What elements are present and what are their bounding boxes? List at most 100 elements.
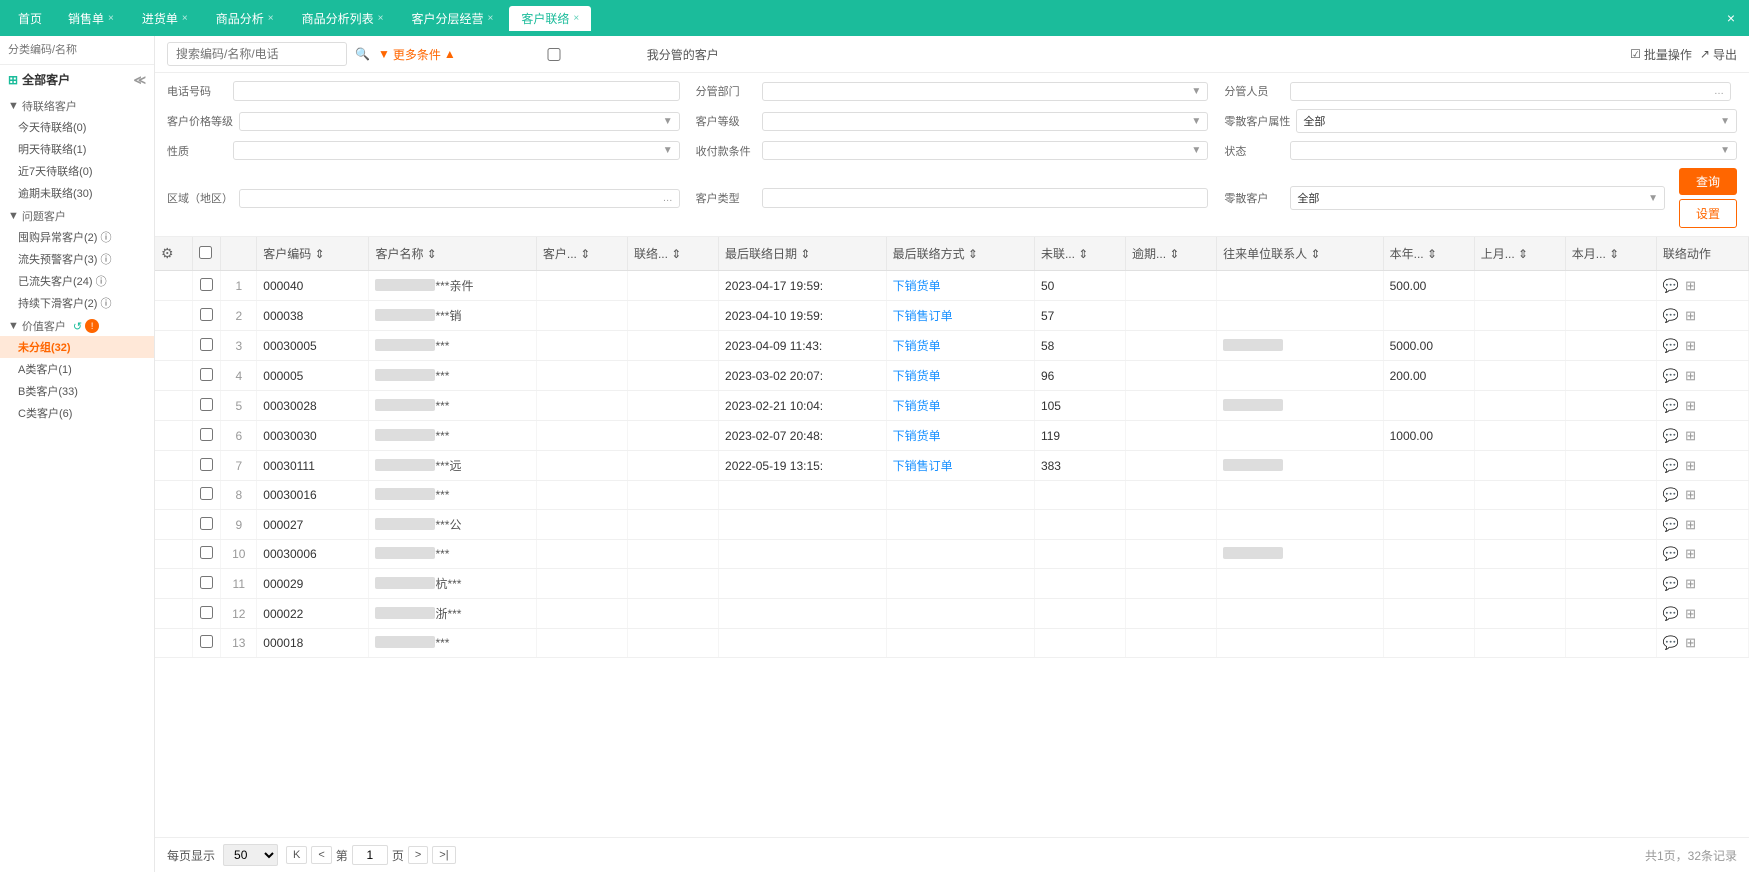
grid-action-icon[interactable]: ⊞	[1685, 338, 1696, 354]
grid-action-icon[interactable]: ⊞	[1685, 517, 1696, 533]
query-button[interactable]: 查询	[1679, 168, 1737, 195]
chat-icon[interactable]: 💬	[1663, 576, 1679, 592]
next-page-button[interactable]: >	[408, 846, 428, 864]
row-checkbox[interactable]	[193, 481, 221, 510]
grid-action-icon[interactable]: ⊞	[1685, 487, 1696, 503]
col-unit-contact[interactable]: 往来单位联系人 ⇕	[1217, 237, 1383, 271]
sidebar-group-pending[interactable]: ▼ 待联络客户	[0, 94, 154, 116]
sidebar-item-a-class[interactable]: A类客户(1)	[0, 358, 154, 380]
page-number-input[interactable]	[352, 845, 388, 865]
tab-customer-contact-close[interactable]: ×	[573, 13, 579, 24]
close-all-button[interactable]: ×	[1721, 8, 1741, 28]
grid-action-icon[interactable]: ⊞	[1685, 278, 1696, 294]
my-customers-checkbox-label[interactable]: 我分管的客户	[464, 46, 719, 63]
row-checkbox[interactable]	[193, 421, 221, 451]
grid-action-icon[interactable]: ⊞	[1685, 368, 1696, 384]
row-checkbox[interactable]	[193, 629, 221, 658]
chat-icon[interactable]: 💬	[1663, 635, 1679, 651]
grid-action-icon[interactable]: ⊞	[1685, 458, 1696, 474]
refresh-icon[interactable]: ↺	[73, 320, 82, 333]
filter-region-select[interactable]: …	[239, 189, 680, 208]
prev-page-button[interactable]: <	[311, 846, 331, 864]
filter-person-select[interactable]: …	[1290, 82, 1731, 101]
last-page-button[interactable]: >|	[432, 846, 455, 864]
sidebar-item-c-class[interactable]: C类客户(6)	[0, 402, 154, 424]
sidebar-all-customers[interactable]: ⊞ 全部客户 ≪	[0, 65, 154, 94]
grid-action-icon[interactable]: ⊞	[1685, 635, 1696, 651]
tab-customer-contact[interactable]: 客户联络 ×	[509, 6, 591, 31]
search-icon[interactable]: 🔍	[355, 47, 370, 61]
grid-action-icon[interactable]: ⊞	[1685, 428, 1696, 444]
col-last-date[interactable]: 最后联络日期 ⇕	[719, 237, 887, 271]
col-contact[interactable]: 联络... ⇕	[627, 237, 718, 271]
chat-icon[interactable]: 💬	[1663, 458, 1679, 474]
filter-status-select[interactable]: ▼	[1290, 141, 1737, 160]
row-checkbox[interactable]	[193, 361, 221, 391]
sidebar-item-loss-warning[interactable]: 流失预警客户(3) ⓘ	[0, 248, 154, 270]
col-not-contacted[interactable]: 未联... ⇕	[1034, 237, 1125, 271]
row-checkbox[interactable]	[193, 271, 221, 301]
col-gear[interactable]: ⚙	[155, 237, 193, 271]
batch-op-button[interactable]: ☑ 批量操作	[1630, 46, 1692, 63]
sidebar-item-lost[interactable]: 已流失客户(24) ⓘ	[0, 270, 154, 292]
sidebar-group-value[interactable]: ▼ 价值客户 ↺ !	[0, 314, 154, 336]
tab-customer-segment[interactable]: 客户分层经营 ×	[399, 6, 505, 31]
tab-product-list-close[interactable]: ×	[378, 13, 384, 24]
reset-button[interactable]: 设置	[1679, 199, 1737, 228]
tab-product-list[interactable]: 商品分析列表 ×	[290, 6, 396, 31]
chat-icon[interactable]: 💬	[1663, 517, 1679, 533]
grid-action-icon[interactable]: ⊞	[1685, 606, 1696, 622]
sidebar-item-tomorrow[interactable]: 明天待联络(1)	[0, 138, 154, 160]
select-all-checkbox[interactable]	[199, 246, 212, 259]
chat-icon[interactable]: 💬	[1663, 487, 1679, 503]
export-button[interactable]: ↗ 导出	[1700, 46, 1737, 63]
filter-retail-attr-select[interactable]: 全部 ▼	[1296, 109, 1737, 133]
tab-sales[interactable]: 销售单 ×	[56, 6, 126, 31]
chat-icon[interactable]: 💬	[1663, 606, 1679, 622]
filter-phone-input[interactable]	[233, 81, 680, 101]
sidebar-item-abnormal[interactable]: 囤购异常客户(2) ⓘ	[0, 226, 154, 248]
tab-sales-close[interactable]: ×	[108, 13, 114, 24]
col-this-year[interactable]: 本年... ⇕	[1383, 237, 1474, 271]
sidebar-item-b-class[interactable]: B类客户(33)	[0, 380, 154, 402]
row-checkbox[interactable]	[193, 510, 221, 540]
sidebar-item-overdue[interactable]: 逾期未联络(30)	[0, 182, 154, 204]
col-name[interactable]: 客户名称 ⇕	[369, 237, 536, 271]
chat-icon[interactable]: 💬	[1663, 546, 1679, 562]
row-checkbox[interactable]	[193, 331, 221, 361]
filter-dept-select[interactable]: ▼	[762, 82, 1209, 101]
chat-icon[interactable]: 💬	[1663, 428, 1679, 444]
tab-customer-segment-close[interactable]: ×	[487, 13, 493, 24]
chat-icon[interactable]: 💬	[1663, 278, 1679, 294]
col-this-month[interactable]: 本月... ⇕	[1565, 237, 1656, 271]
row-checkbox[interactable]	[193, 301, 221, 331]
row-checkbox[interactable]	[193, 391, 221, 421]
filter-price-grade-select[interactable]: ▼	[239, 112, 680, 131]
page-size-select[interactable]: 50 100 200	[223, 844, 278, 866]
sidebar-item-ungroup[interactable]: 未分组(32)	[0, 336, 154, 358]
tab-product-analysis[interactable]: 商品分析 ×	[204, 6, 286, 31]
sidebar-group-problem[interactable]: ▼ 问题客户	[0, 204, 154, 226]
first-page-button[interactable]: K	[286, 846, 307, 864]
filter-nature-select[interactable]: ▼	[233, 141, 680, 160]
filter-customer-type-input[interactable]	[762, 188, 1209, 208]
tab-product-analysis-close[interactable]: ×	[268, 13, 274, 24]
gear-settings-icon[interactable]: ⚙	[161, 245, 174, 261]
grid-action-icon[interactable]: ⊞	[1685, 576, 1696, 592]
grid-action-icon[interactable]: ⊞	[1685, 308, 1696, 324]
sidebar-item-declining[interactable]: 持续下滑客户(2) ⓘ	[0, 292, 154, 314]
grid-action-icon[interactable]: ⊞	[1685, 546, 1696, 562]
col-overdue[interactable]: 逾期... ⇕	[1126, 237, 1217, 271]
col-code[interactable]: 客户编码 ⇕	[257, 237, 369, 271]
filter-payment-select[interactable]: ▼	[762, 141, 1209, 160]
col-type[interactable]: 客户... ⇕	[536, 237, 627, 271]
my-customers-checkbox[interactable]	[464, 48, 644, 61]
chat-icon[interactable]: 💬	[1663, 308, 1679, 324]
row-checkbox[interactable]	[193, 599, 221, 629]
chat-icon[interactable]: 💬	[1663, 338, 1679, 354]
filter-retail-select[interactable]: 全部 ▼	[1290, 186, 1665, 210]
chat-icon[interactable]: 💬	[1663, 368, 1679, 384]
col-last-method[interactable]: 最后联络方式 ⇕	[886, 237, 1034, 271]
grid-action-icon[interactable]: ⊞	[1685, 398, 1696, 414]
chat-icon[interactable]: 💬	[1663, 398, 1679, 414]
